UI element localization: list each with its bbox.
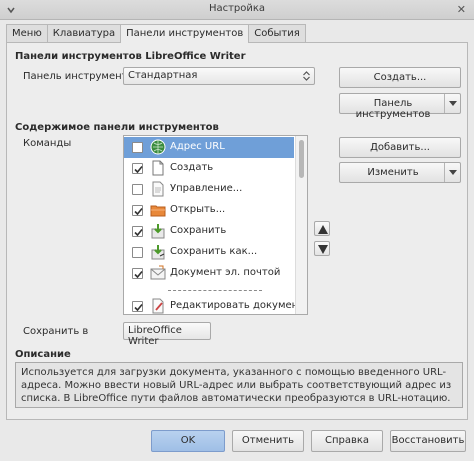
toolbar-select-value: Стандартная	[128, 70, 198, 81]
save-as-icon	[150, 244, 166, 260]
checkbox[interactable]	[132, 205, 143, 216]
list-item-label: Открыть...	[170, 204, 226, 215]
list-item-label: Редактировать документ	[170, 300, 305, 311]
toolbar-menu-button-label: Панель инструментов	[355, 98, 431, 120]
checkbox[interactable]	[132, 301, 143, 312]
cancel-button[interactable]: Отменить	[232, 430, 304, 452]
list-item-label: Адрес URL	[170, 141, 225, 152]
description-text: Используется для загрузки документа, ука…	[15, 362, 463, 408]
list-item-label: Сохранить	[170, 225, 227, 236]
list-item-label: Документ эл. почтой	[170, 267, 281, 278]
reset-button[interactable]: Восстановить	[390, 430, 466, 452]
commands-label: Команды	[23, 138, 72, 149]
create-button[interactable]: Создать...	[339, 67, 461, 88]
open-folder-icon	[150, 202, 166, 218]
list-item[interactable]: Создать	[124, 158, 294, 179]
toolbars-section-title: Панели инструментов LibreOffice Writer	[15, 51, 246, 62]
tab-events[interactable]: События	[248, 24, 306, 42]
list-item-label: Сохранить как...	[170, 246, 258, 257]
dropdown-caret-icon[interactable]	[444, 94, 460, 113]
scrollbar-thumb[interactable]	[299, 140, 304, 178]
modify-button[interactable]: Изменить	[339, 162, 461, 183]
edit-document-icon	[150, 298, 166, 314]
url-icon	[150, 139, 166, 155]
window-title: Настройка	[208, 3, 266, 14]
modify-button-label: Изменить	[367, 167, 419, 178]
list-item[interactable]: Адрес URL	[124, 137, 294, 158]
tab-panel: Панели инструментов LibreOffice Writer П…	[6, 42, 468, 420]
add-button[interactable]: Добавить...	[339, 137, 461, 158]
ok-button[interactable]: OK	[151, 430, 225, 452]
tab-toolbars[interactable]: Панели инструментов	[120, 24, 250, 43]
save-in-select-value: LibreOffice Writer	[128, 325, 182, 347]
checkbox[interactable]	[132, 142, 143, 153]
toolbar-menu-button[interactable]: Панель инструментов	[339, 93, 461, 120]
list-item-label: Создать	[170, 162, 214, 173]
list-item[interactable]: Редактировать документ	[124, 296, 304, 314]
list-item[interactable]: Документ эл. почтой	[124, 263, 294, 284]
list-item[interactable]: Сохранить	[124, 221, 294, 242]
list-item[interactable]: Сохранить как...	[124, 242, 294, 263]
move-up-button[interactable]	[314, 221, 330, 236]
save-icon	[150, 223, 166, 239]
list-item[interactable]: Управление...	[124, 179, 294, 200]
dropdown-caret-icon[interactable]	[444, 163, 460, 182]
checkbox[interactable]	[132, 247, 143, 258]
toolbar-select[interactable]: Стандартная	[123, 67, 315, 85]
tab-bar: Меню Клавиатура Панели инструментов Собы…	[6, 24, 306, 43]
list-item[interactable]: Открыть...	[124, 200, 294, 221]
content-section-title: Содержимое панели инструментов	[15, 122, 219, 133]
save-in-select[interactable]: LibreOffice Writer	[123, 322, 211, 347]
tab-menu[interactable]: Меню	[6, 24, 48, 42]
scrollbar[interactable]	[295, 136, 307, 314]
email-document-icon	[150, 265, 166, 281]
list-item-label: Управление...	[170, 183, 243, 194]
close-icon[interactable]: ✕	[457, 3, 466, 16]
commands-list[interactable]: Адрес URL Создать Управление... Открыть.…	[123, 135, 308, 315]
move-down-button[interactable]	[314, 241, 330, 256]
tab-keyboard[interactable]: Клавиатура	[46, 24, 122, 42]
title-bar: Настройка ✕	[0, 0, 474, 20]
document-icon	[150, 181, 166, 197]
new-document-icon	[150, 160, 166, 176]
checkbox[interactable]	[132, 184, 143, 195]
updown-arrows-icon	[302, 70, 311, 82]
description-section-title: Описание	[15, 349, 71, 360]
checkbox[interactable]	[132, 268, 143, 279]
checkbox[interactable]	[132, 163, 143, 174]
separator-line	[168, 290, 262, 291]
save-in-label: Сохранить в	[23, 326, 89, 337]
checkbox[interactable]	[132, 226, 143, 237]
help-button[interactable]: Справка	[311, 430, 383, 452]
